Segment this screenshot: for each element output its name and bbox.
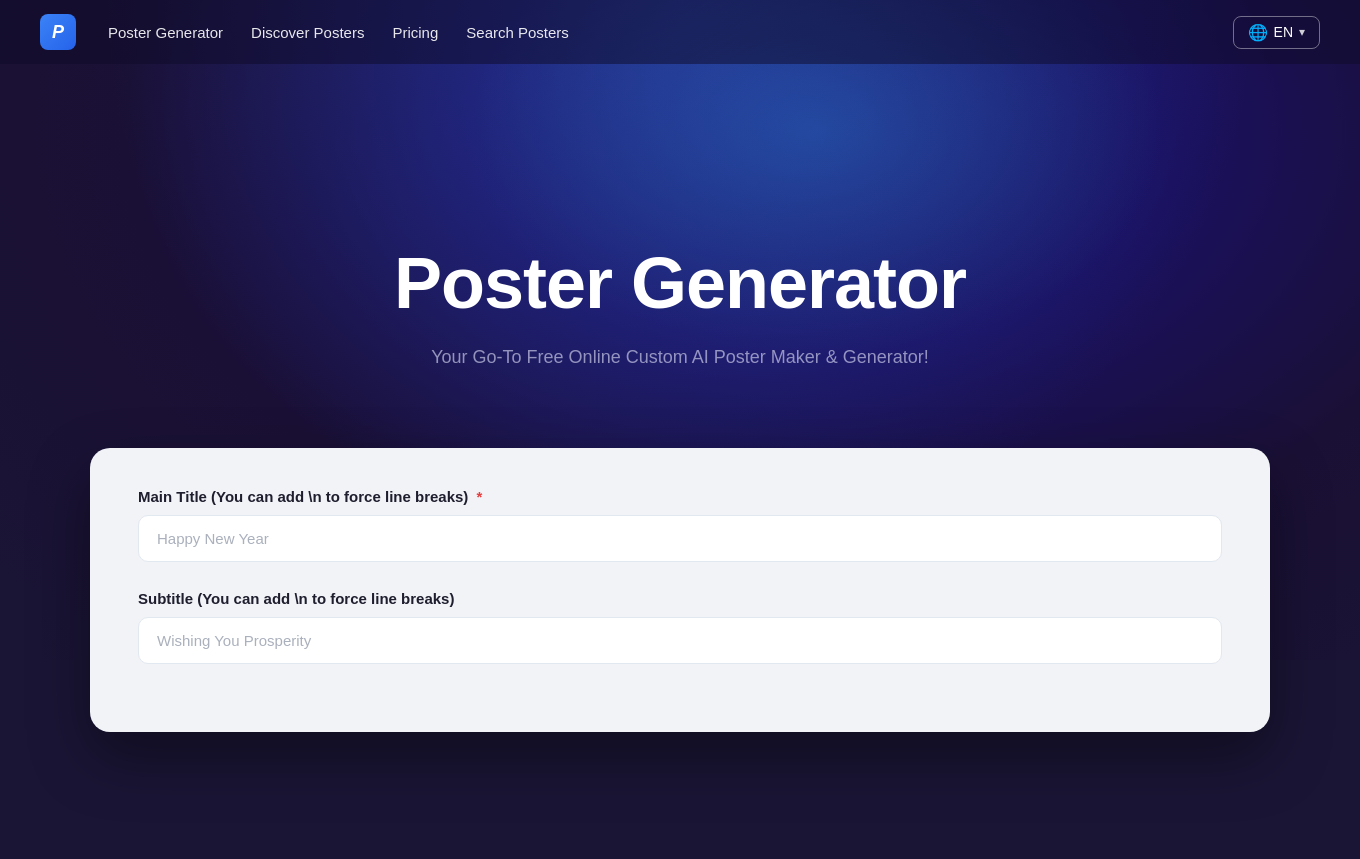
nav-link-search-posters[interactable]: Search Posters	[466, 24, 569, 41]
navbar-left: P Poster Generator Discover Posters Pric…	[40, 14, 569, 50]
nav-link-discover-posters[interactable]: Discover Posters	[251, 24, 364, 41]
logo[interactable]: P	[40, 14, 76, 50]
main-title-label: Main Title (You can add \n to force line…	[138, 488, 1222, 505]
chevron-down-icon: ▾	[1299, 25, 1305, 39]
nav-link-poster-generator[interactable]: Poster Generator	[108, 24, 223, 41]
hero-title: Poster Generator	[394, 244, 966, 323]
nav-link-pricing[interactable]: Pricing	[392, 24, 438, 41]
form-card: Main Title (You can add \n to force line…	[90, 448, 1270, 732]
main-title-group: Main Title (You can add \n to force line…	[138, 488, 1222, 562]
nav-links: Poster Generator Discover Posters Pricin…	[108, 24, 569, 41]
subtitle-label: Subtitle (You can add \n to force line b…	[138, 590, 1222, 607]
main-title-input[interactable]	[138, 515, 1222, 562]
language-label: EN	[1274, 24, 1293, 40]
globe-icon: 🌐	[1248, 23, 1268, 42]
navbar: P Poster Generator Discover Posters Pric…	[0, 0, 1360, 64]
hero-subtitle: Your Go-To Free Online Custom AI Poster …	[431, 347, 929, 368]
required-star: *	[477, 488, 483, 505]
hero-section: Poster Generator Your Go-To Free Online …	[0, 64, 1360, 448]
logo-icon: P	[40, 14, 76, 50]
subtitle-input[interactable]	[138, 617, 1222, 664]
subtitle-group: Subtitle (You can add \n to force line b…	[138, 590, 1222, 664]
language-button[interactable]: 🌐 EN ▾	[1233, 16, 1320, 49]
form-card-wrapper: Main Title (You can add \n to force line…	[0, 448, 1360, 772]
